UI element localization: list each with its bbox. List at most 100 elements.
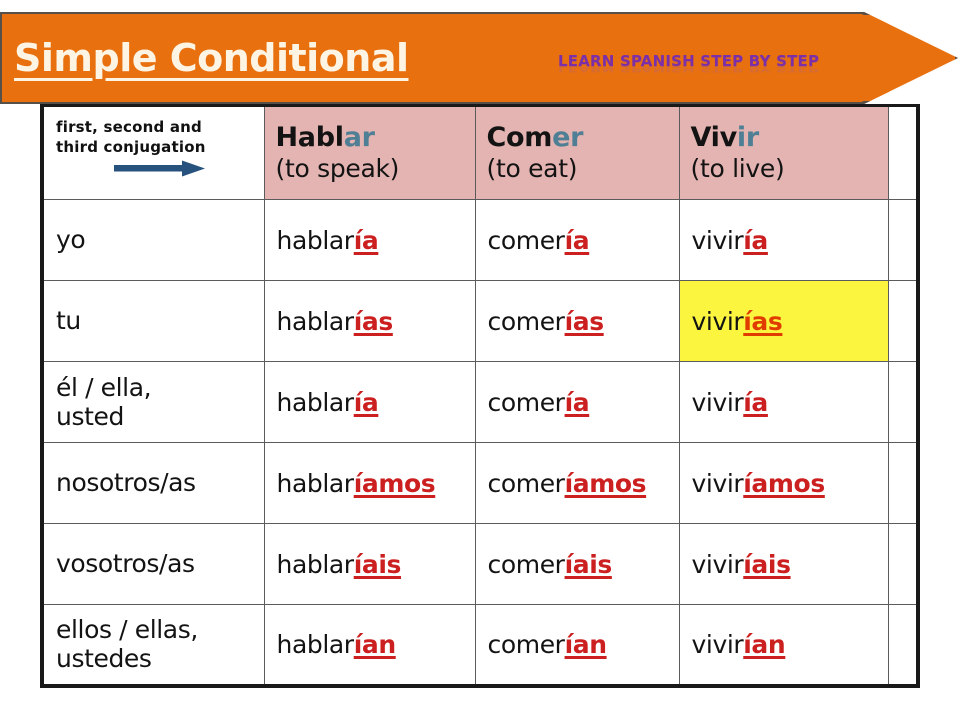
form-stem: hablar <box>276 225 355 255</box>
conjugation-cell-comer: comerían <box>474 604 680 686</box>
form-stem: vivir <box>691 306 744 336</box>
conjugation-cell-vivir: viviríais <box>678 523 889 605</box>
form-suffix: ías <box>564 306 605 336</box>
pronoun-label: ellos / ellas, ustedes <box>56 614 198 674</box>
conjugation-note-line1: first, second and <box>56 118 202 136</box>
form-suffix: ían <box>743 629 786 659</box>
conjugation-cell-hablar: hablaría <box>263 361 476 443</box>
conjugation-cell-vivir: vivirías <box>678 280 889 362</box>
table-row: yo hablaría comería viviría <box>41 199 919 281</box>
pronoun-label: vosotros/as <box>56 549 195 579</box>
conjugated-form: comeríamos <box>488 469 679 498</box>
form-stem: comer <box>487 306 565 336</box>
conjugated-form: viviríamos <box>692 469 888 498</box>
pronoun-label: él / ella, usted <box>56 372 152 432</box>
form-suffix: íamos <box>353 468 436 498</box>
form-stem: comer <box>487 225 565 255</box>
conjugation-cell-hablar: hablarían <box>263 604 476 686</box>
pronoun-cell: nosotros/as <box>41 442 265 524</box>
form-stem: hablar <box>276 387 355 417</box>
form-suffix: ía <box>353 225 379 255</box>
header-cell-verb-hablar: Hablar (to speak) <box>263 105 476 200</box>
conjugation-cell-vivir: viviríamos <box>678 442 889 524</box>
verb-infinitive-vivir: Vivir <box>691 122 884 154</box>
header-cell-spacer <box>887 105 919 200</box>
verb-infinitive-comer: Comer <box>487 122 675 154</box>
verb-ending-comer: er <box>552 122 584 154</box>
conjugation-cell-hablar: hablaría <box>263 199 476 281</box>
table-row: nosotros/as hablaríamos comeríamos viviríam… <box>41 442 919 524</box>
row-spacer-cell <box>887 442 919 524</box>
row-spacer-cell <box>887 280 919 362</box>
conjugation-cell-hablar: hablarías <box>263 280 476 362</box>
table-row: él / ella, usted hablaría comería viviría <box>41 361 919 443</box>
pronoun-cell: vosotros/as <box>41 523 265 605</box>
verb-infinitive-hablar: Hablar <box>276 122 471 154</box>
pronoun-label: nosotros/as <box>56 468 196 498</box>
conjugation-cell-comer: comeríais <box>474 523 680 605</box>
conjugated-form: viviríais <box>692 550 888 579</box>
header-cell-verb-vivir: Vivir (to live) <box>678 105 889 200</box>
row-spacer-cell <box>887 361 919 443</box>
conjugation-table: first, second and third conjugation Habl… <box>40 104 920 688</box>
header-cell-verb-comer: Comer (to eat) <box>474 105 680 200</box>
table-header-row: first, second and third conjugation Habl… <box>41 105 919 200</box>
conjugated-form: hablaría <box>277 388 475 417</box>
conjugation-note-line2: third conjugation <box>56 138 206 157</box>
form-suffix: ía <box>743 225 768 255</box>
form-stem: hablar <box>276 629 355 659</box>
verb-ending-hablar: ar <box>343 122 375 154</box>
row-spacer-cell <box>887 604 919 686</box>
conjugated-form: comeríais <box>488 550 679 579</box>
form-suffix: ía <box>353 387 379 417</box>
conjugation-cell-comer: comerías <box>474 280 680 362</box>
slide-root: Simple Conditional LEARN SPANISH STEP BY… <box>0 0 960 720</box>
title-banner: Simple Conditional LEARN SPANISH STEP BY… <box>0 12 958 104</box>
page-title: Simple Conditional <box>14 36 409 80</box>
verb-stem-vivir: Viv <box>690 122 738 154</box>
form-suffix: ía <box>743 387 768 417</box>
verb-stem-comer: Com <box>486 122 553 154</box>
form-suffix: ían <box>353 629 396 659</box>
table-row: ellos / ellas, ustedes hablarían comerían v… <box>41 604 919 686</box>
conjugated-form: vivirían <box>692 630 888 659</box>
form-suffix: ía <box>564 225 590 255</box>
row-spacer-cell <box>887 523 919 605</box>
form-stem: vivir <box>691 225 744 255</box>
table-row: tu hablarías comerías vivirías <box>41 280 919 362</box>
conjugation-cell-vivir: viviría <box>678 199 889 281</box>
verb-translation-hablar: (to speak) <box>275 153 400 183</box>
conjugated-form: comerías <box>488 307 679 336</box>
conjugated-form: hablaría <box>277 226 475 255</box>
verb-stem-hablar: Habl <box>275 122 345 154</box>
form-suffix: íais <box>743 549 791 579</box>
form-suffix: ías <box>353 306 394 336</box>
conjugated-form: hablaríais <box>277 550 475 579</box>
form-stem: comer <box>487 549 565 579</box>
conjugated-form: comerían <box>488 630 679 659</box>
form-stem: comer <box>487 629 565 659</box>
conjugated-form: comería <box>488 226 679 255</box>
pronoun-cell: yo <box>41 199 265 281</box>
conjugation-cell-comer: comeríamos <box>474 442 680 524</box>
form-stem: vivir <box>691 629 744 659</box>
verb-translation-comer: (to eat) <box>486 153 578 183</box>
conjugation-cell-vivir: viviría <box>678 361 889 443</box>
conjugation-cell-hablar: hablaríais <box>263 523 476 605</box>
conjugated-form: viviría <box>692 226 888 255</box>
form-suffix: ía <box>564 387 590 417</box>
verb-translation-vivir: (to live) <box>690 153 785 183</box>
form-stem: vivir <box>691 549 744 579</box>
form-suffix: ías <box>743 306 783 336</box>
conjugation-cell-comer: comería <box>474 199 680 281</box>
form-suffix: íamos <box>564 468 647 498</box>
form-suffix: íais <box>564 549 613 579</box>
form-suffix: íais <box>353 549 402 579</box>
conjugated-form: comería <box>488 388 679 417</box>
header-cell-conjugation-note: first, second and third conjugation <box>41 105 265 200</box>
form-stem: hablar <box>276 468 355 498</box>
verb-ending-vivir: ir <box>736 122 759 154</box>
form-stem: vivir <box>691 387 744 417</box>
banner-subtitle: LEARN SPANISH STEP BY STEP <box>558 52 820 70</box>
form-suffix: ían <box>564 629 607 659</box>
